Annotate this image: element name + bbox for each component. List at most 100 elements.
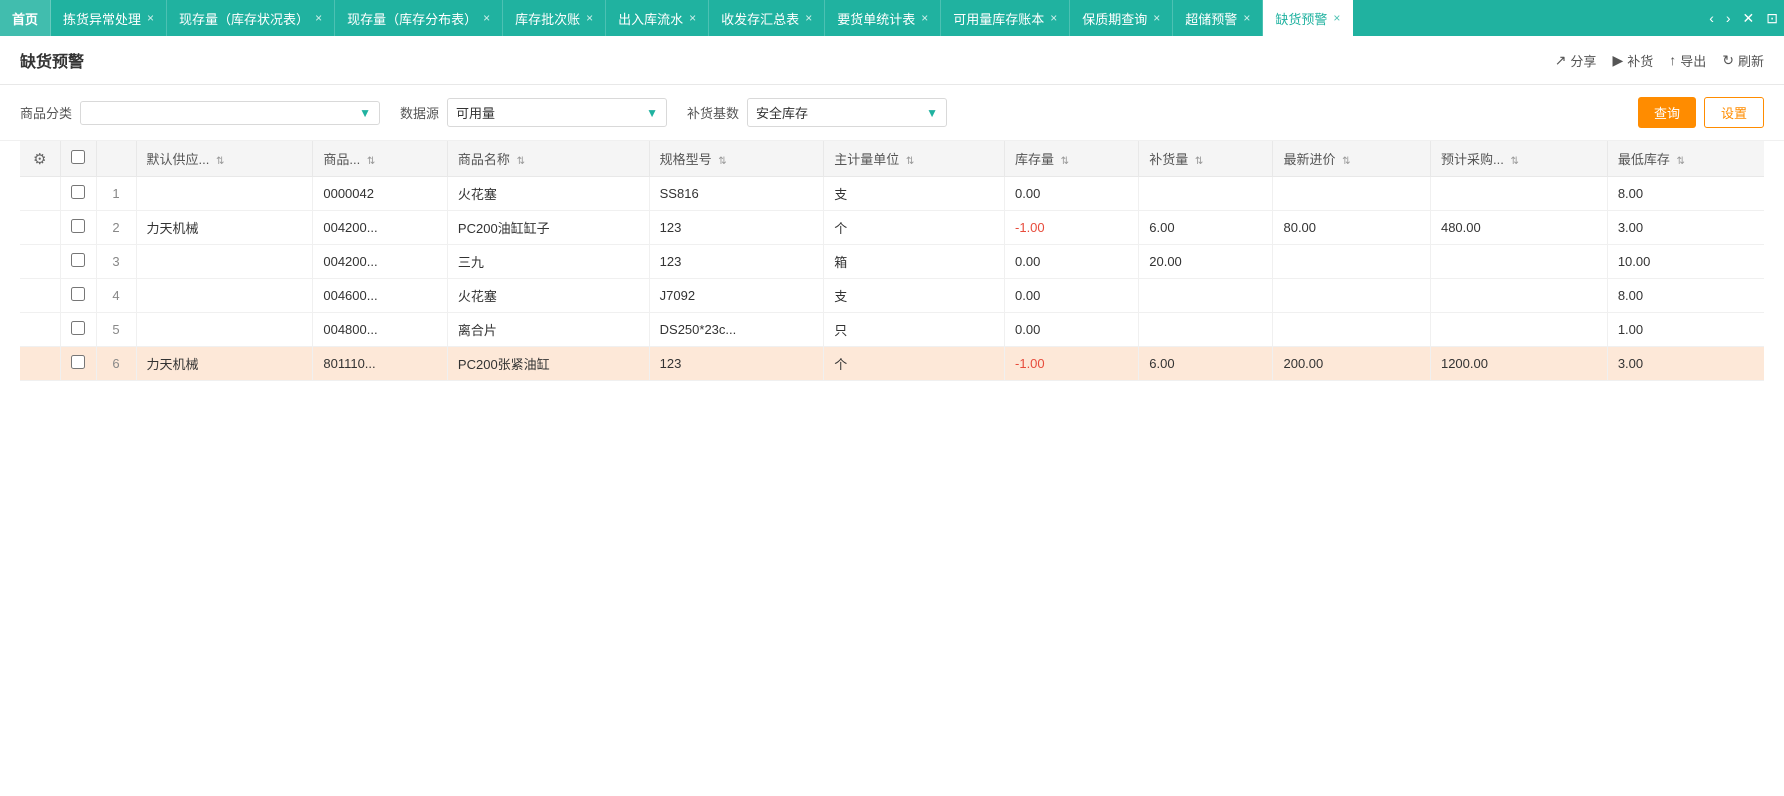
replenish-label: 补货 [1627, 51, 1653, 70]
col-stock-qty-sort-icon: ⇅ [1061, 156, 1069, 167]
row-checkbox-2[interactable] [71, 253, 85, 267]
row-est-purchase-0 [1430, 177, 1607, 211]
tab-abnormal-close[interactable]: × [147, 11, 154, 25]
row-stock-qty-1: -1.00 [1005, 211, 1139, 245]
col-unit-sort-icon: ⇅ [906, 156, 914, 167]
row-checkbox-cell[interactable] [60, 313, 96, 347]
col-min-stock[interactable]: 最低库存 ⇅ [1607, 141, 1764, 177]
tab-available-ledger-label: 可用量库存账本 [953, 9, 1044, 28]
row-stock-qty-4: 0.00 [1005, 313, 1139, 347]
tab-overstock-warning-close[interactable]: × [1243, 11, 1250, 25]
row-checkbox-cell[interactable] [60, 211, 96, 245]
row-checkbox-0[interactable] [71, 185, 85, 199]
row-checkbox-3[interactable] [71, 287, 85, 301]
tab-shortage-warning-close[interactable]: × [1333, 11, 1340, 25]
tab-home[interactable]: 首页 [0, 0, 51, 36]
row-est-purchase-5: 1200.00 [1430, 347, 1607, 381]
tab-inventory-status-close[interactable]: × [315, 11, 322, 25]
row-checkbox-cell[interactable] [60, 177, 96, 211]
tab-available-ledger[interactable]: 可用量库存账本 × [941, 0, 1070, 36]
select-all-checkbox[interactable] [71, 150, 85, 164]
row-product-name-5: PC200张紧油缸 [447, 347, 649, 381]
col-spec-label: 规格型号 [660, 152, 712, 167]
tab-available-ledger-close[interactable]: × [1050, 11, 1057, 25]
tab-batch-account-close[interactable]: × [586, 11, 593, 25]
row-product-code-1: 004200... [313, 211, 448, 245]
tab-inout-flow[interactable]: 出入库流水 × [606, 0, 709, 36]
row-index-3: 4 [96, 279, 136, 313]
settings-button[interactable]: 设置 [1704, 97, 1764, 128]
tab-abnormal[interactable]: 拣货异常处理 × [51, 0, 167, 36]
page-header: 缺货预警 ↗ 分享 ▶ 补货 ↑ 导出 ↻ 刷新 [0, 36, 1784, 85]
row-stock-qty-3: 0.00 [1005, 279, 1139, 313]
col-unit[interactable]: 主计量单位 ⇅ [824, 141, 1005, 177]
col-spec[interactable]: 规格型号 ⇅ [649, 141, 824, 177]
col-index [96, 141, 136, 177]
row-checkbox-cell[interactable] [60, 347, 96, 381]
replenish-base-filter-group: 补货基数 安全库存 ▼ [687, 98, 947, 127]
col-stock-qty[interactable]: 库存量 ⇅ [1005, 141, 1139, 177]
tab-inventory-status[interactable]: 现存量（库存状况表） × [167, 0, 335, 36]
tab-batch-account[interactable]: 库存批次账 × [503, 0, 606, 36]
table-row: 3 004200... 三九 123 箱 0.00 20.00 10.00 [20, 245, 1764, 279]
category-label: 商品分类 [20, 103, 72, 122]
row-latest-price-5: 200.00 [1273, 347, 1430, 381]
row-stock-qty-5: -1.00 [1005, 347, 1139, 381]
row-supplier-1: 力天机械 [136, 211, 313, 245]
col-product-code-sort-icon: ⇅ [367, 156, 375, 167]
col-replenish-qty[interactable]: 补货量 ⇅ [1139, 141, 1273, 177]
tab-demand-stats-label: 要货单统计表 [837, 9, 915, 28]
settings-icon[interactable]: ⚙ [33, 150, 46, 168]
row-product-name-1: PC200油缸缸子 [447, 211, 649, 245]
share-button[interactable]: ↗ 分享 [1555, 51, 1597, 70]
tab-overstock-warning[interactable]: 超储预警 × [1173, 0, 1263, 36]
row-min-stock-5: 3.00 [1607, 347, 1764, 381]
col-product-name[interactable]: 商品名称 ⇅ [447, 141, 649, 177]
tab-inout-flow-close[interactable]: × [689, 11, 696, 25]
refresh-button[interactable]: ↻ 刷新 [1722, 51, 1764, 70]
row-checkbox-5[interactable] [71, 355, 85, 369]
row-replenish-qty-2: 20.00 [1139, 245, 1273, 279]
export-button[interactable]: ↑ 导出 [1669, 51, 1706, 70]
tab-demand-stats-close[interactable]: × [921, 11, 928, 25]
tab-overstock-warning-label: 超储预警 [1185, 9, 1237, 28]
col-settings[interactable]: ⚙ [20, 141, 60, 177]
row-checkbox-1[interactable] [71, 219, 85, 233]
row-est-purchase-1: 480.00 [1430, 211, 1607, 245]
row-product-code-0: 0000042 [313, 177, 448, 211]
tab-inventory-dist[interactable]: 现存量（库存分布表） × [335, 0, 503, 36]
tab-shortage-warning[interactable]: 缺货预警 × [1263, 0, 1353, 36]
col-latest-price[interactable]: 最新进价 ⇅ [1273, 141, 1430, 177]
table-row: 4 004600... 火花塞 J7092 支 0.00 8.00 [20, 279, 1764, 313]
col-est-purchase[interactable]: 预计采购... ⇅ [1430, 141, 1607, 177]
table-row: 2 力天机械 004200... PC200油缸缸子 123 个 -1.00 6… [20, 211, 1764, 245]
row-stock-qty-2: 0.00 [1005, 245, 1139, 279]
tab-inventory-dist-close[interactable]: × [483, 11, 490, 25]
row-checkbox-4[interactable] [71, 321, 85, 335]
tab-receive-summary[interactable]: 收发存汇总表 × [709, 0, 825, 36]
tab-receive-summary-close[interactable]: × [805, 11, 812, 25]
tab-prev-button[interactable]: ‹ [1703, 0, 1720, 36]
tab-next-button[interactable]: › [1720, 0, 1737, 36]
tab-expiry-query-close[interactable]: × [1153, 11, 1160, 25]
replenish-base-select[interactable]: 安全库存 ▼ [747, 98, 947, 127]
category-select[interactable]: ▼ [80, 101, 380, 125]
tab-expiry-query[interactable]: 保质期查询 × [1070, 0, 1173, 36]
col-default-supplier[interactable]: 默认供应... ⇅ [136, 141, 313, 177]
col-product-code[interactable]: 商品... ⇅ [313, 141, 448, 177]
query-button[interactable]: 查询 [1638, 97, 1696, 128]
datasource-select[interactable]: 可用量 ▼ [447, 98, 667, 127]
table-container: ⚙ 默认供应... ⇅ 商品... ⇅ 商品名称 [0, 141, 1784, 381]
col-latest-price-label: 最新进价 [1283, 152, 1335, 167]
table-row: 1 0000042 火花塞 SS816 支 0.00 8.00 [20, 177, 1764, 211]
row-checkbox-cell[interactable] [60, 279, 96, 313]
replenish-button[interactable]: ▶ 补货 [1612, 51, 1653, 70]
tab-demand-stats[interactable]: 要货单统计表 × [825, 0, 941, 36]
tab-close-all-button[interactable]: ✕ [1737, 0, 1761, 36]
row-product-code-5: 801110... [313, 347, 448, 381]
datasource-filter-group: 数据源 可用量 ▼ [400, 98, 667, 127]
row-checkbox-cell[interactable] [60, 245, 96, 279]
row-min-stock-3: 8.00 [1607, 279, 1764, 313]
tab-expand-button[interactable]: ⊡ [1760, 0, 1784, 36]
row-settings-cell [20, 211, 60, 245]
